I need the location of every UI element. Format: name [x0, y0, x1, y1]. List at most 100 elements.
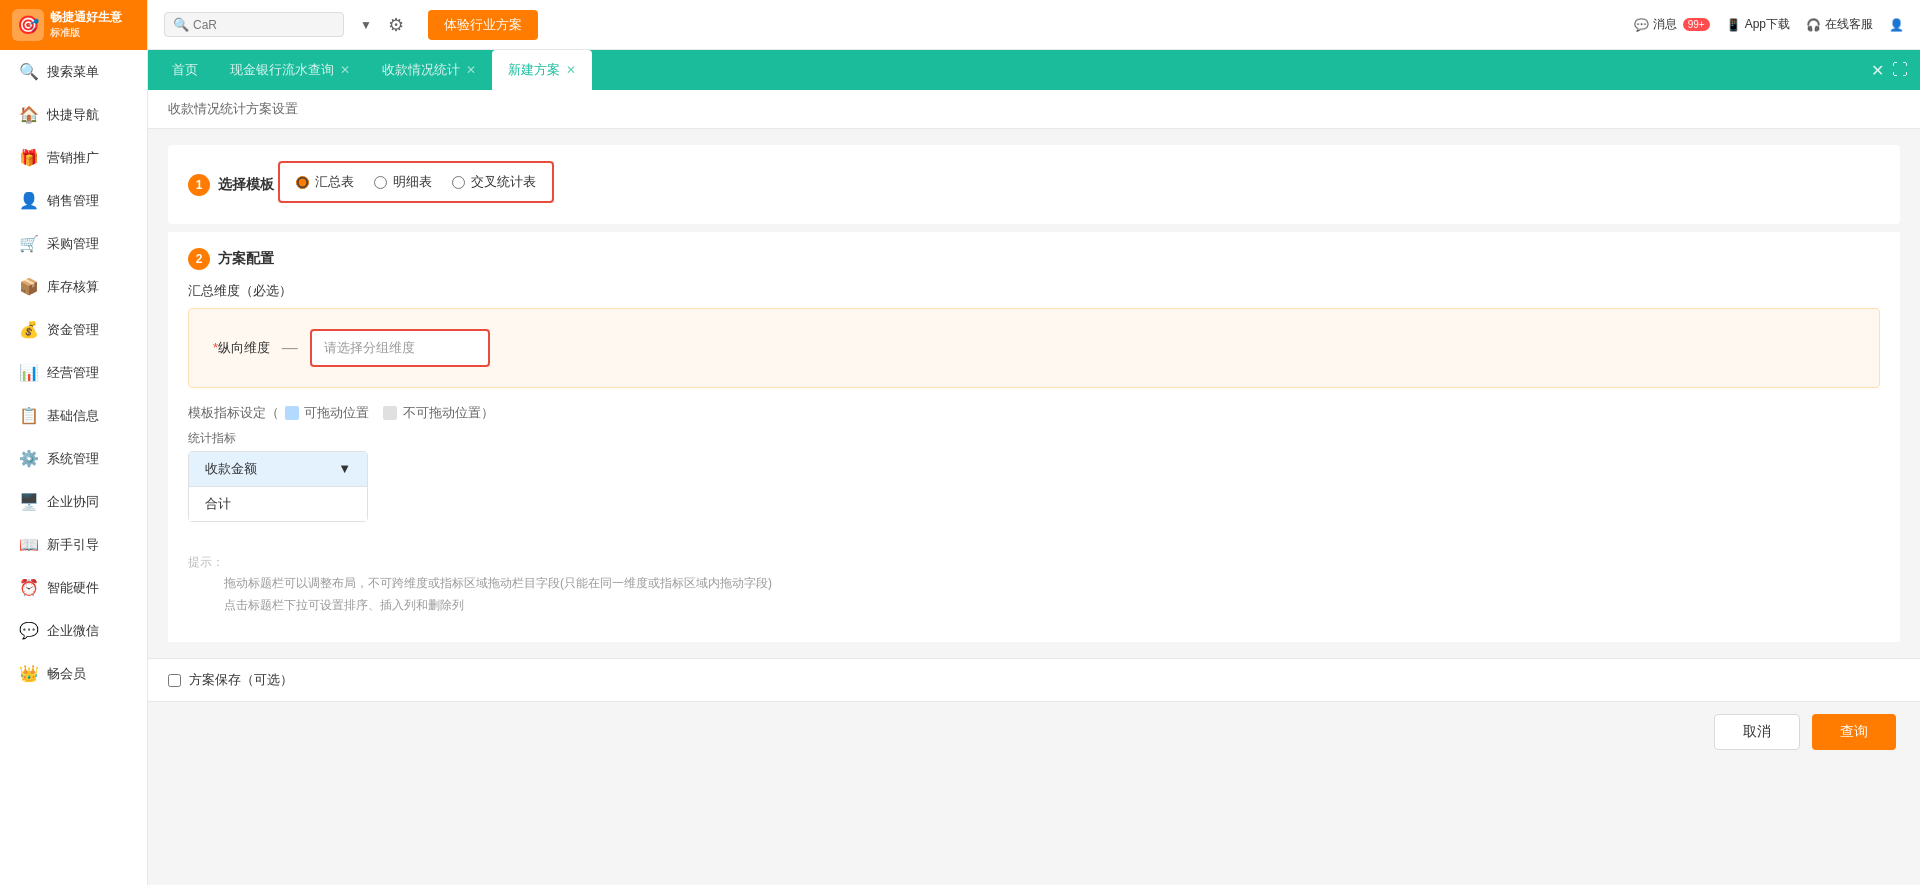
non-draggable-indicator: [383, 406, 397, 420]
stats-label: 统计指标: [188, 430, 368, 447]
service-icon: 🎧: [1806, 18, 1821, 32]
main-area: 🔍 ▼ ⚙ 体验行业方案 💬 消息 99+ 📱 App下载 🎧 在线客服 👤: [148, 0, 1920, 885]
dimension-title: 汇总维度（必选）: [188, 282, 1880, 300]
search-icon: 🔍: [173, 17, 189, 32]
sidebar-item-inventory[interactable]: 📦 库存核算: [0, 265, 147, 308]
marketing-icon: 🎁: [19, 148, 39, 167]
user-icon: 👤: [1889, 18, 1904, 32]
message-icon: 💬: [1634, 18, 1649, 32]
content-area: 收款情况统计方案设置 1 选择模板 汇总表 明细表: [148, 90, 1920, 885]
tips-title: 提示：: [188, 552, 1880, 574]
tab-close-new-plan[interactable]: ✕: [566, 63, 576, 77]
app-download-btn[interactable]: 📱 App下载: [1726, 16, 1790, 33]
indicator-section: 模板指标设定（ 可拖动位置 不可拖动位置） 统计指标 收款金额 ▼: [188, 404, 1880, 627]
template-selector: 汇总表 明细表 交叉统计表: [278, 161, 554, 203]
sidebar-item-smart-hardware[interactable]: ⏰ 智能硬件: [0, 566, 147, 609]
close-window-icon[interactable]: ✕: [1871, 61, 1884, 80]
sidebar-item-newbie-guide[interactable]: 📖 新手引导: [0, 523, 147, 566]
sidebar-item-finance[interactable]: 💰 资金管理: [0, 308, 147, 351]
sidebar-item-member[interactable]: 👑 畅会员: [0, 652, 147, 695]
sales-icon: 👤: [19, 191, 39, 210]
sidebar-logo: 🎯 畅捷通好生意 标准版: [0, 0, 147, 50]
online-service-btn[interactable]: 🎧 在线客服: [1806, 16, 1873, 33]
tab-bar: 首页 现金银行流水查询 ✕ 收款情况统计 ✕ 新建方案 ✕ ✕ ⛶: [148, 50, 1920, 90]
sidebar-item-marketing[interactable]: 🎁 营销推广: [0, 136, 147, 179]
tabs-actions: ✕ ⛶: [1871, 61, 1920, 80]
radio-summary[interactable]: 汇总表: [296, 173, 354, 191]
purchase-icon: 🛒: [19, 234, 39, 253]
save-plan-label: 方案保存（可选）: [189, 671, 293, 689]
smart-hardware-icon: ⏰: [19, 578, 39, 597]
radio-detail[interactable]: 明细表: [374, 173, 432, 191]
sidebar-item-purchase[interactable]: 🛒 采购管理: [0, 222, 147, 265]
message-badge: 99+: [1683, 18, 1710, 31]
chevron-down-icon: ▼: [360, 18, 372, 32]
cancel-button[interactable]: 取消: [1714, 714, 1800, 750]
stats-table-row: 合计: [189, 487, 367, 521]
newbie-guide-icon: 📖: [19, 535, 39, 554]
sidebar-item-search-menu[interactable]: 🔍 搜索菜单: [0, 50, 147, 93]
content-body: 1 选择模板 汇总表 明细表 交叉统计表: [148, 129, 1920, 658]
dimension-area: * 纵向维度 — 请选择分组维度: [188, 308, 1880, 388]
radio-crosstab[interactable]: 交叉统计表: [452, 173, 536, 191]
footer: 方案保存（可选） 取消 查询: [148, 658, 1920, 762]
message-btn[interactable]: 💬 消息 99+: [1634, 16, 1710, 33]
sidebar-item-basic-info[interactable]: 📋 基础信息: [0, 394, 147, 437]
stats-table-header[interactable]: 收款金额 ▼: [189, 452, 367, 487]
logo-text: 畅捷通好生意 标准版: [50, 10, 122, 40]
dropdown-chevron-icon: ▼: [338, 461, 351, 476]
step2-label: 2 方案配置: [188, 248, 274, 270]
system-icon: ⚙️: [19, 449, 39, 468]
sidebar: 🎯 畅捷通好生意 标准版 🔍 搜索菜单 🏠 快捷导航 🎁 营销推广 👤 销售管理…: [0, 0, 148, 885]
sidebar-item-sales[interactable]: 👤 销售管理: [0, 179, 147, 222]
user-avatar[interactable]: 👤: [1889, 18, 1904, 32]
step1-label: 1 选择模板: [188, 174, 274, 196]
sidebar-item-enterprise-wechat[interactable]: 💬 企业微信: [0, 609, 147, 652]
radio-crosstab-label: 交叉统计表: [471, 173, 536, 191]
radio-summary-input[interactable]: [296, 176, 309, 189]
tab-close-receipt-stats[interactable]: ✕: [466, 63, 476, 77]
dimension-row: * 纵向维度 — 请选择分组维度: [213, 329, 1855, 367]
enterprise-wechat-icon: 💬: [19, 621, 39, 640]
quick-nav-icon: 🏠: [19, 105, 39, 124]
trial-btn[interactable]: 体验行业方案: [428, 10, 538, 40]
save-plan-checkbox[interactable]: [168, 674, 181, 687]
radio-detail-input[interactable]: [374, 176, 387, 189]
footer-save-area: 方案保存（可选）: [148, 659, 1920, 701]
settings-icon[interactable]: ⚙: [388, 14, 404, 36]
header-right: 💬 消息 99+ 📱 App下载 🎧 在线客服 👤: [1634, 16, 1904, 33]
finance-icon: 💰: [19, 320, 39, 339]
tab-bank-flow[interactable]: 现金银行流水查询 ✕: [214, 50, 366, 90]
sidebar-item-enterprise-collab[interactable]: 🖥️ 企业协同: [0, 480, 147, 523]
step2-section: 2 方案配置 汇总维度（必选） * 纵向维度 — 请选择分组维度: [168, 232, 1900, 643]
step1-section: 1 选择模板 汇总表 明细表 交叉统计表: [168, 145, 1900, 224]
sidebar-item-quick-nav[interactable]: 🏠 快捷导航: [0, 93, 147, 136]
member-icon: 👑: [19, 664, 39, 683]
vertical-dimension-label: * 纵向维度: [213, 339, 270, 357]
inventory-icon: 📦: [19, 277, 39, 296]
sidebar-item-system[interactable]: ⚙️ 系统管理: [0, 437, 147, 480]
search-menu-icon: 🔍: [19, 62, 39, 81]
tip-1: 拖动标题栏可以调整布局，不可跨维度或指标区域拖动栏目字段(只能在同一维度或指标区…: [188, 573, 1880, 595]
arrow-icon: —: [282, 339, 298, 357]
tab-receipt-stats[interactable]: 收款情况统计 ✕: [366, 50, 492, 90]
logo-icon: 🎯: [12, 9, 44, 41]
query-button[interactable]: 查询: [1812, 714, 1896, 750]
radio-crosstab-input[interactable]: [452, 176, 465, 189]
dropdown-btn[interactable]: ▼: [360, 18, 372, 32]
app-download-icon: 📱: [1726, 18, 1741, 32]
tab-close-bank-flow[interactable]: ✕: [340, 63, 350, 77]
basic-info-icon: 📋: [19, 406, 39, 425]
draggable-indicator: [285, 406, 299, 420]
dimension-select[interactable]: 请选择分组维度: [310, 329, 490, 367]
tab-new-plan[interactable]: 新建方案 ✕: [492, 50, 592, 90]
sidebar-item-operations[interactable]: 📊 经营管理: [0, 351, 147, 394]
search-input[interactable]: [193, 18, 335, 32]
tab-home[interactable]: 首页: [156, 50, 214, 90]
maximize-icon[interactable]: ⛶: [1892, 61, 1908, 79]
footer-buttons: 取消 查询: [148, 701, 1920, 762]
radio-detail-label: 明细表: [393, 173, 432, 191]
stats-table-wrapper: 统计指标 收款金额 ▼ 合计: [188, 430, 368, 522]
operations-icon: 📊: [19, 363, 39, 382]
search-box[interactable]: 🔍: [164, 12, 344, 37]
